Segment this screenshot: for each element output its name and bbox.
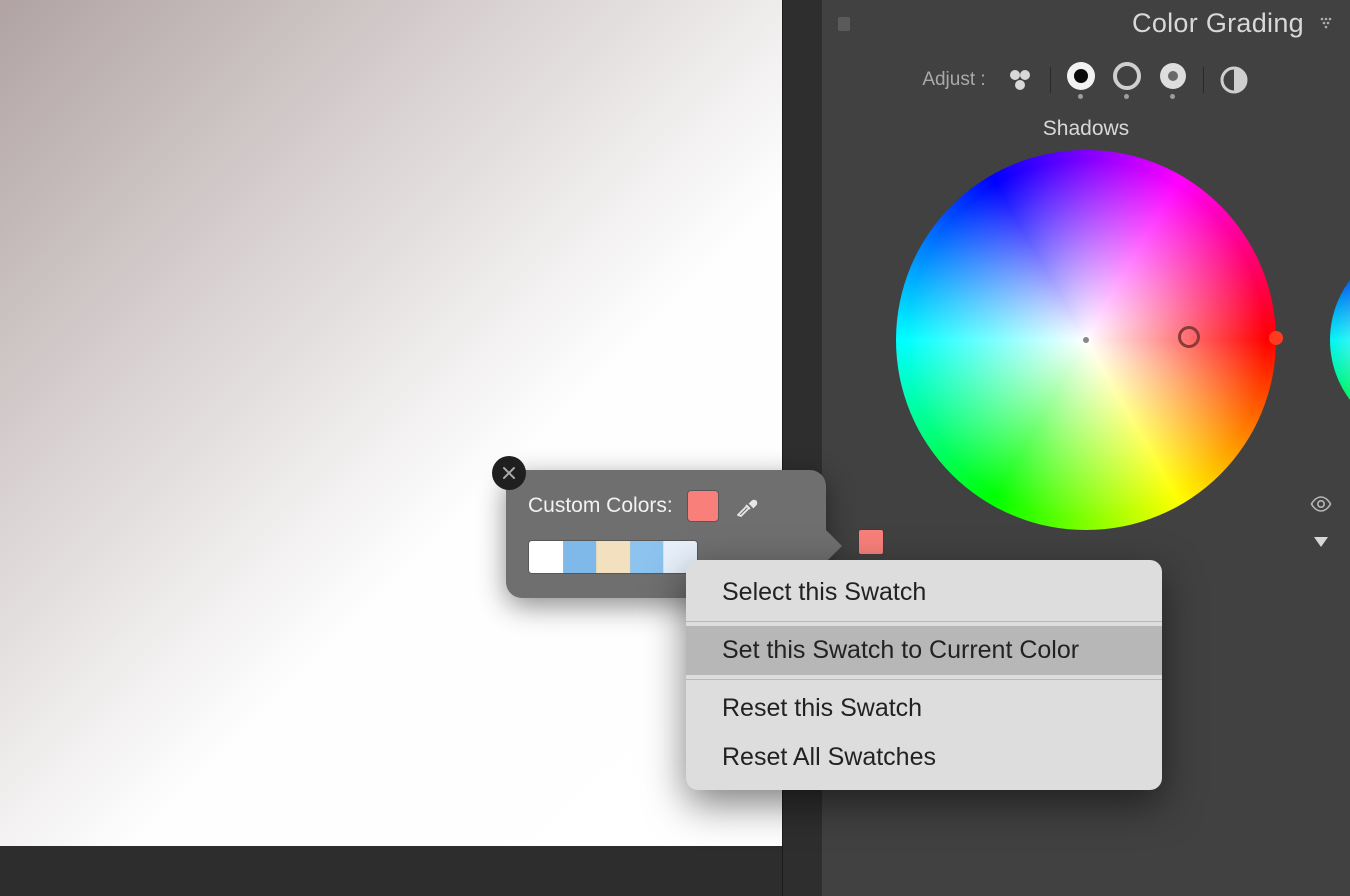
mode-indicator-dot (1078, 94, 1083, 99)
menu-separator (686, 679, 1162, 680)
adjust-global-icon[interactable] (1218, 65, 1250, 95)
current-color-preview[interactable] (687, 490, 719, 522)
wheel-hue-indicator[interactable] (1269, 331, 1283, 345)
panel-collapse-toggle[interactable] (838, 17, 850, 31)
close-button[interactable] (492, 456, 526, 490)
adjust-label: Adjust : (922, 69, 985, 91)
wheel-center-dot (1083, 337, 1089, 343)
menu-item-select-swatch[interactable]: Select this Swatch (686, 568, 1162, 617)
separator (1050, 67, 1051, 93)
mode-indicator-dot (1170, 94, 1175, 99)
midtones-color-wheel-peek[interactable] (1330, 240, 1350, 440)
custom-swatch-4[interactable] (630, 541, 664, 573)
menu-separator (686, 621, 1162, 622)
adjust-three-way-icon[interactable] (1004, 67, 1036, 93)
custom-colors-title: Custom Colors: (528, 494, 673, 518)
custom-swatch-2[interactable] (563, 541, 597, 573)
close-icon (502, 466, 516, 480)
panel-title: Color Grading (1132, 8, 1304, 39)
menu-item-reset-all-swatches[interactable]: Reset All Swatches (686, 733, 1162, 782)
eyedropper-icon[interactable] (733, 493, 761, 519)
menu-item-reset-swatch[interactable]: Reset this Swatch (686, 684, 1162, 733)
filmstrip-area (0, 846, 782, 896)
image-preview[interactable] (0, 0, 782, 846)
swatch-context-menu: Select this Swatch Set this Swatch to Cu… (686, 560, 1162, 790)
wheel-label: Shadows (822, 117, 1350, 141)
mode-indicator-dot (1124, 94, 1129, 99)
separator (1203, 67, 1204, 93)
visibility-eye-icon[interactable] (1310, 496, 1332, 517)
custom-swatch-3[interactable] (596, 541, 630, 573)
custom-swatches-row (528, 540, 698, 574)
adjust-highlights-icon[interactable] (1157, 61, 1189, 99)
custom-swatch-1[interactable] (529, 541, 563, 573)
adjust-mode-row: Adjust : (822, 49, 1350, 105)
panel-menu-icon[interactable] (1318, 17, 1334, 31)
menu-item-set-swatch[interactable]: Set this Swatch to Current Color (686, 626, 1162, 675)
shadows-color-wheel[interactable] (896, 150, 1276, 530)
wheel-picker-handle[interactable] (1178, 326, 1200, 348)
disclosure-triangle-icon[interactable] (1312, 535, 1330, 554)
adjust-midtones-icon[interactable] (1111, 61, 1143, 99)
current-color-swatch[interactable] (858, 529, 884, 555)
adjust-shadows-icon[interactable] (1065, 61, 1097, 99)
